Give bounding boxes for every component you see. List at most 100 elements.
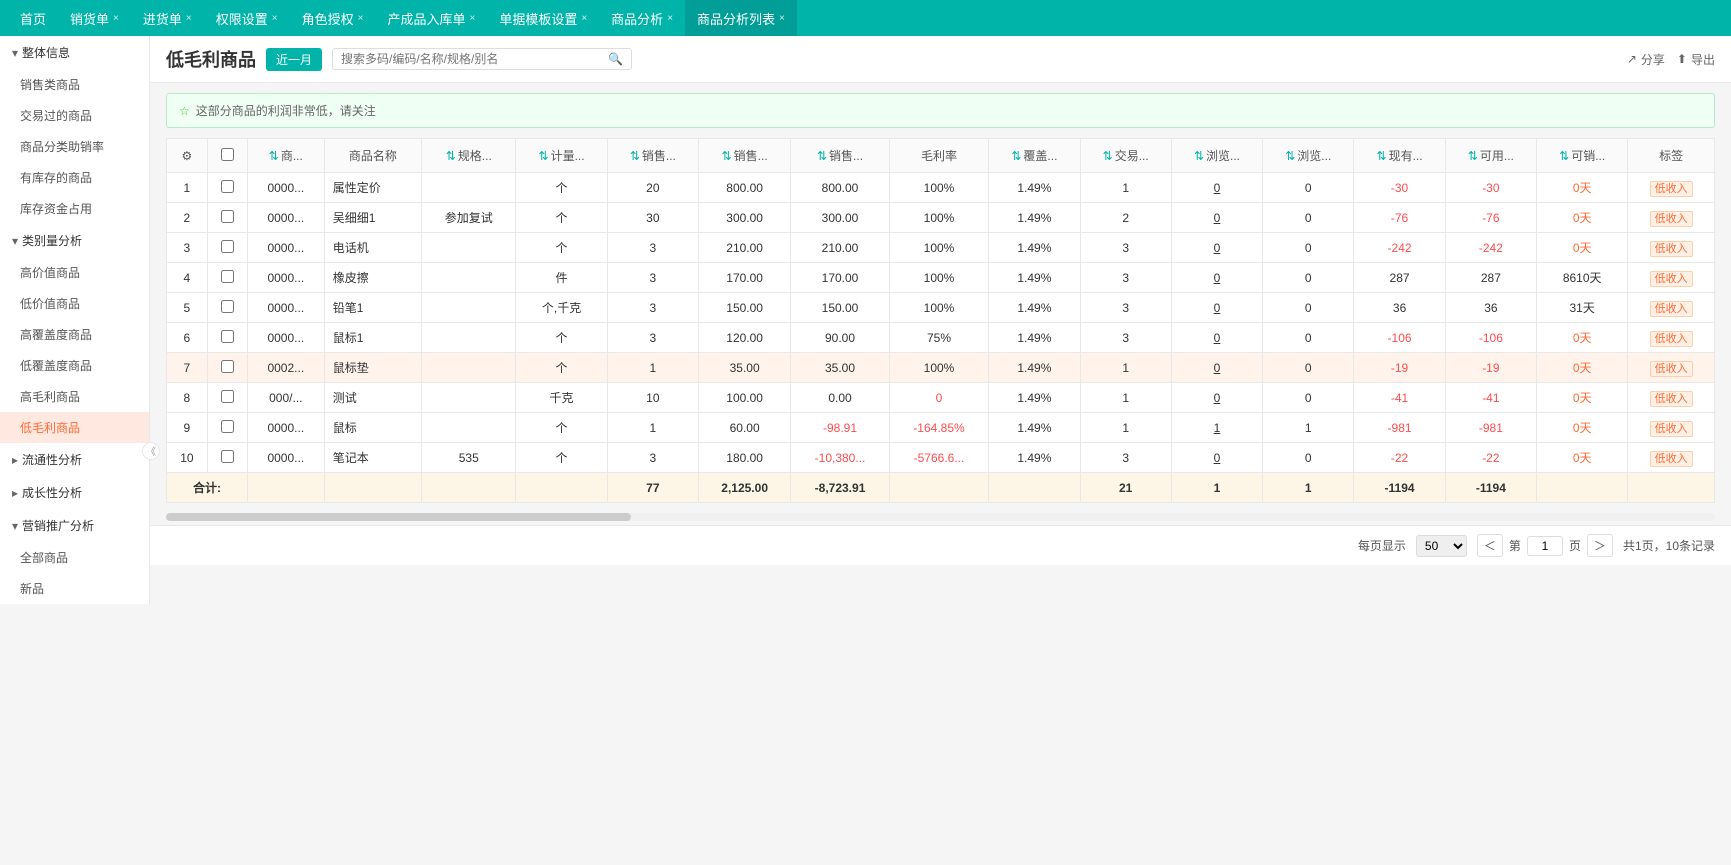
close-role-auth-icon[interactable]: ×: [358, 13, 364, 24]
sidebar-item-high-coverage[interactable]: 高覆盖度商品: [0, 319, 149, 350]
sidebar-group-marketing[interactable]: ▾ 营销推广分析: [0, 509, 149, 542]
nav-permission[interactable]: 权限设置 ×: [204, 0, 290, 36]
sidebar-item-category-rate[interactable]: 商品分类助销率: [0, 131, 149, 162]
nav-sales-order[interactable]: 销货单 ×: [58, 0, 131, 36]
row-checkbox[interactable]: [221, 180, 234, 193]
row-name[interactable]: 笔记本: [324, 443, 421, 473]
horizontal-scrollbar[interactable]: [166, 513, 1715, 521]
row-checkbox[interactable]: [221, 300, 234, 313]
col-code[interactable]: ⇅商...: [247, 139, 324, 173]
row-saleable: 0天: [1537, 173, 1628, 203]
row-sales-amount: 90.00: [791, 323, 889, 353]
page-number-input[interactable]: [1527, 536, 1563, 556]
row-browse2: 0: [1263, 323, 1354, 353]
row-checkbox[interactable]: [221, 450, 234, 463]
col-coverage[interactable]: ⇅覆盖...: [989, 139, 1080, 173]
search-icon[interactable]: 🔍: [608, 52, 623, 66]
col-trade[interactable]: ⇅交易...: [1080, 139, 1171, 173]
row-unit: 个: [516, 443, 607, 473]
sidebar-group-overall[interactable]: ▾ 整体信息: [0, 36, 149, 69]
row-checkbox[interactable]: [221, 240, 234, 253]
col-sales-qty[interactable]: ⇅销售...: [607, 139, 698, 173]
close-sales-order-icon[interactable]: ×: [113, 13, 119, 24]
nav-role-auth[interactable]: 角色授权 ×: [290, 0, 376, 36]
select-all-checkbox[interactable]: [221, 148, 234, 161]
sidebar-item-high-margin[interactable]: 高毛利商品: [0, 381, 149, 412]
alert-icon: ☆: [179, 104, 190, 118]
sidebar-item-low-coverage[interactable]: 低覆盖度商品: [0, 350, 149, 381]
row-name[interactable]: 鼠标垫: [324, 353, 421, 383]
nav-product-in[interactable]: 产成品入库单 ×: [375, 0, 487, 36]
row-name[interactable]: 鼠标: [324, 413, 421, 443]
sidebar-item-low-margin[interactable]: 低毛利商品: [0, 412, 149, 443]
table-row: 8 000/... 测试 千克 10 100.00 0.00 0 1.49% 1…: [167, 383, 1715, 413]
nav-template[interactable]: 单据模板设置 ×: [487, 0, 599, 36]
close-product-in-icon[interactable]: ×: [469, 13, 475, 24]
col-name[interactable]: 商品名称: [324, 139, 421, 173]
close-goods-analysis-list-icon[interactable]: ×: [779, 13, 785, 24]
row-browse2: 0: [1263, 263, 1354, 293]
row-saleable: 0天: [1537, 353, 1628, 383]
col-available[interactable]: ⇅可用...: [1445, 139, 1536, 173]
row-trade: 1: [1080, 383, 1171, 413]
col-browse2[interactable]: ⇅浏览...: [1263, 139, 1354, 173]
col-browse1[interactable]: ⇅浏览...: [1171, 139, 1262, 173]
col-gross-margin[interactable]: 毛利率: [889, 139, 988, 173]
search-input[interactable]: [341, 52, 604, 66]
row-checkbox[interactable]: [221, 360, 234, 373]
row-checkbox[interactable]: [221, 330, 234, 343]
col-sales-price[interactable]: ⇅销售...: [699, 139, 791, 173]
row-checkbox[interactable]: [221, 420, 234, 433]
row-name[interactable]: 鼠标1: [324, 323, 421, 353]
row-spec: [422, 353, 516, 383]
row-checkbox[interactable]: [221, 390, 234, 403]
export-button[interactable]: ⬆ 导出: [1677, 51, 1715, 68]
sidebar-item-high-value[interactable]: 高价值商品: [0, 257, 149, 288]
sidebar-group-growth[interactable]: ▸ 成长性分析: [0, 476, 149, 509]
close-permission-icon[interactable]: ×: [272, 13, 278, 24]
sidebar-group-category[interactable]: ▾ 类别量分析: [0, 224, 149, 257]
col-spec[interactable]: ⇅规格...: [422, 139, 516, 173]
sidebar-item-sales-goods[interactable]: 销售类商品: [0, 69, 149, 100]
nav-purchase-order[interactable]: 进货单 ×: [131, 0, 204, 36]
col-tag[interactable]: 标签: [1628, 139, 1715, 173]
sidebar-item-stocked-goods[interactable]: 有库存的商品: [0, 162, 149, 193]
row-checkbox[interactable]: [221, 210, 234, 223]
sidebar-item-traded-goods[interactable]: 交易过的商品: [0, 100, 149, 131]
sidebar-item-new-goods[interactable]: 新品: [0, 573, 149, 604]
next-page-button[interactable]: ＞: [1587, 534, 1613, 557]
row-name[interactable]: 铅笔1: [324, 293, 421, 323]
row-name[interactable]: 电话机: [324, 233, 421, 263]
close-goods-analysis-icon[interactable]: ×: [667, 13, 673, 24]
nav-goods-analysis[interactable]: 商品分析 ×: [599, 0, 685, 36]
per-page-select[interactable]: 50 100 200: [1416, 535, 1467, 557]
row-coverage: 1.49%: [989, 233, 1080, 263]
col-unit[interactable]: ⇅计量...: [516, 139, 607, 173]
col-sales-amount[interactable]: ⇅销售...: [791, 139, 889, 173]
row-name[interactable]: 属性定价: [324, 173, 421, 203]
row-available: -41: [1445, 383, 1536, 413]
col-checkbox-header[interactable]: [207, 139, 247, 173]
sidebar-item-stock-capital[interactable]: 库存资金占用: [0, 193, 149, 224]
sidebar-item-all-goods[interactable]: 全部商品: [0, 542, 149, 573]
row-sales-amount: 150.00: [791, 293, 889, 323]
sidebar-collapse-btn[interactable]: 《: [142, 442, 160, 460]
row-name[interactable]: 橡皮擦: [324, 263, 421, 293]
prev-page-button[interactable]: ＜: [1477, 534, 1503, 557]
row-tag: 低收入: [1628, 173, 1715, 203]
col-current-stock[interactable]: ⇅现有...: [1354, 139, 1445, 173]
scrollbar-thumb[interactable]: [166, 513, 631, 521]
row-name[interactable]: 测试: [324, 383, 421, 413]
col-saleable[interactable]: ⇅可销...: [1537, 139, 1628, 173]
close-purchase-order-icon[interactable]: ×: [186, 13, 192, 24]
row-checkbox[interactable]: [221, 270, 234, 283]
nav-goods-analysis-list[interactable]: 商品分析列表 ×: [685, 0, 797, 36]
sidebar-group-flow[interactable]: ▸ 流通性分析: [0, 443, 149, 476]
share-button[interactable]: ↗ 分享: [1627, 51, 1665, 68]
row-name[interactable]: 吴细细1: [324, 203, 421, 233]
col-settings[interactable]: ⚙: [167, 139, 208, 173]
nav-home[interactable]: 首页: [8, 0, 58, 36]
sidebar-item-low-value[interactable]: 低价值商品: [0, 288, 149, 319]
time-filter-button[interactable]: 近一月: [266, 48, 322, 71]
close-template-icon[interactable]: ×: [581, 13, 587, 24]
